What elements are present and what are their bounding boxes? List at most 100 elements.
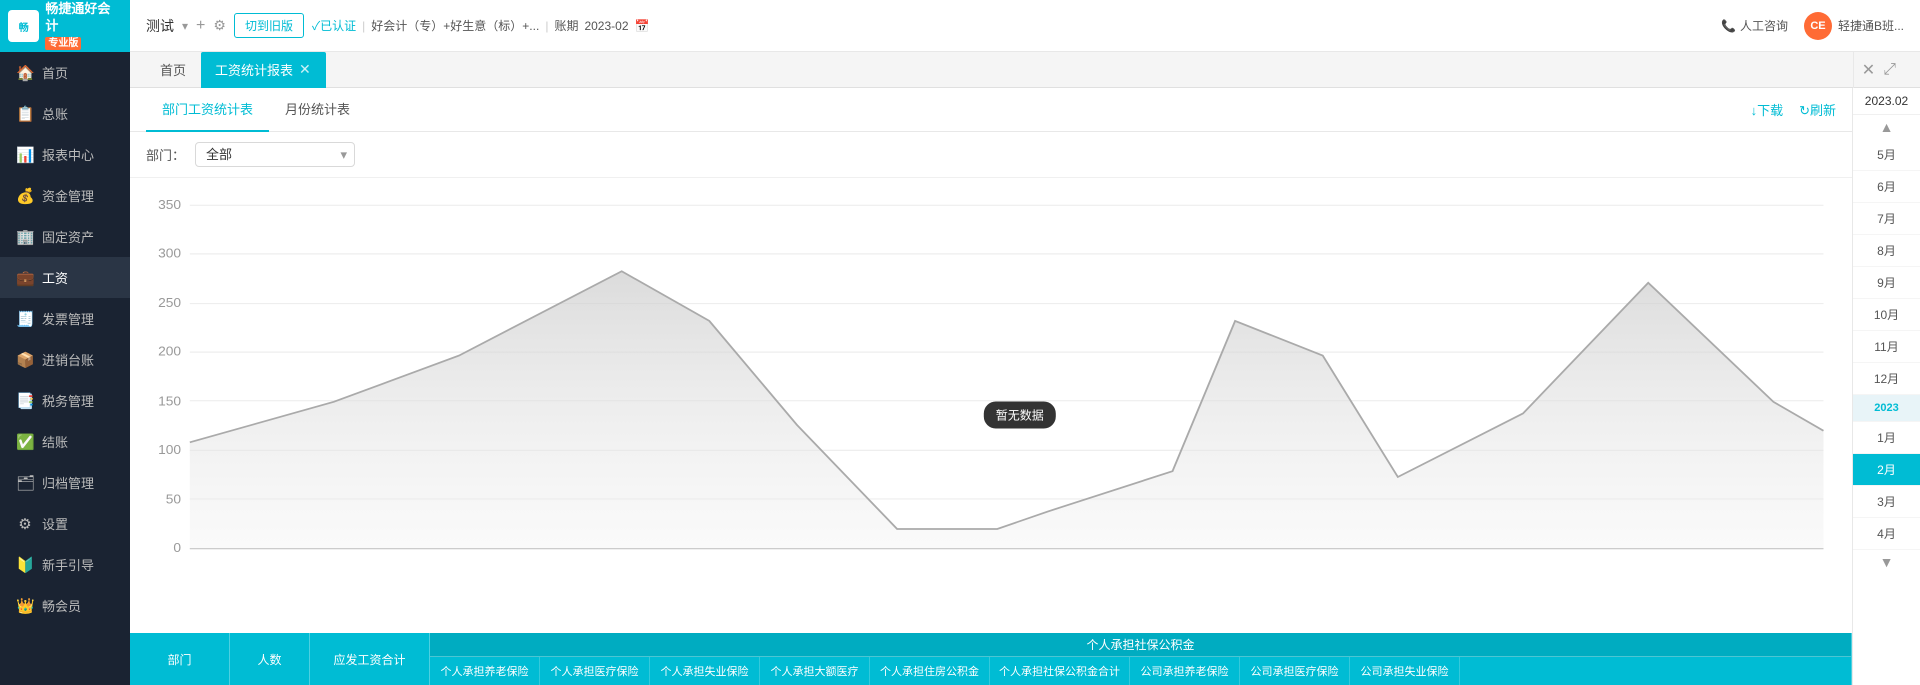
th-personal-pension: 个人承担养老保险 <box>430 657 540 685</box>
invoice-icon: 🧾 <box>16 310 34 328</box>
download-button[interactable]: ↓下载 <box>1751 100 1784 119</box>
assets-icon: 🏢 <box>16 228 34 246</box>
company-name: 测试 <box>146 16 174 36</box>
sidebar-item-member[interactable]: 👑畅会员 <box>0 585 130 626</box>
dept-select-wrap: 全部 财务部 人事部 销售部 技术部 <box>195 142 355 167</box>
sidebar-item-salary[interactable]: 💼 工资 <box>0 257 130 298</box>
window-controls: ✕ ⤢ <box>1853 52 1904 88</box>
month-10[interactable]: 10月 <box>1853 299 1920 331</box>
company-dropdown-icon[interactable]: ▾ <box>182 19 188 33</box>
sidebar-label-settings: 设置 <box>42 514 68 533</box>
add-company-icon[interactable]: + <box>196 17 205 35</box>
th-company-pension: 公司承担养老保险 <box>1130 657 1240 685</box>
month-8[interactable]: 8月 <box>1853 235 1920 267</box>
svg-text:350: 350 <box>158 197 181 211</box>
product-tags: 好会计（专）+好生意（标）+... <box>371 17 539 34</box>
user-menu[interactable]: CE 轻捷通B班... <box>1804 12 1904 40</box>
table-header: 部门 人数 应发工资合计 个人承担社保公积金 个人承担养老保险 <box>130 633 1852 685</box>
sidebar: 畅 畅捷通好会计 专业版 🏠首页📋总账📊报表中心💰资金管理🏢固定资产💼工资🧾发票… <box>0 0 130 685</box>
sidebar-label-assets: 固定资产 <box>42 227 94 246</box>
settings-icon: ⚙ <box>16 515 34 533</box>
month-2-active[interactable]: 2月 <box>1853 454 1920 486</box>
sidebar-item-invoice[interactable]: 🧾 发票管理 <box>0 298 130 339</box>
brand-name: 畅捷通好会计 <box>45 1 122 35</box>
sidebar-item-assets[interactable]: 🏢 固定资产 <box>0 216 130 257</box>
th-company-medical: 公司承担医疗保险 <box>1240 657 1350 685</box>
sidebar-item-ledger[interactable]: 📋 总账 <box>0 93 130 134</box>
sidebar-item-checkout[interactable]: ✅结账 <box>0 421 130 462</box>
sidebar-label-ledger: 总账 <box>42 104 68 123</box>
tab-close-icon[interactable]: ✕ <box>299 61 311 78</box>
sidebar-item-tax[interactable]: 📑税务管理 <box>0 380 130 421</box>
tab-bar: 首页 工资统计报表 ✕ ✕ ⤢ <box>130 52 1920 88</box>
subtab-bar: 部门工资统计表 月份统计表 ↓下载 ↻刷新 <box>130 88 1852 132</box>
avatar: CE <box>1804 12 1832 40</box>
settings-icon[interactable]: ⚙ <box>213 17 226 34</box>
period-value: 2023-02 <box>584 19 628 33</box>
main-content: 测试 ▾ + ⚙ 切到旧版 ✓已认证 | 好会计（专）+好生意（标）+... |… <box>130 0 1920 685</box>
close-window-button[interactable]: ✕ <box>1862 60 1875 80</box>
month-11[interactable]: 11月 <box>1853 331 1920 363</box>
th-personal-medical: 个人承担医疗保险 <box>540 657 650 685</box>
topbar-tags: ✓已认证 | 好会计（专）+好生意（标）+... | 账期 2023-02 📅 <box>312 17 650 34</box>
subtab-dept-salary[interactable]: 部门工资统计表 <box>146 88 269 132</box>
sidebar-item-home[interactable]: 🏠首页 <box>0 52 130 93</box>
month-5[interactable]: 5月 <box>1853 139 1920 171</box>
support-button[interactable]: 📞 人工咨询 <box>1721 17 1788 34</box>
calendar-icon[interactable]: 📅 <box>635 19 650 33</box>
guide-icon: 🔰 <box>16 556 34 574</box>
sidebar-label-salary: 工资 <box>42 268 68 287</box>
sidebar-label-sales: 进销台账 <box>42 350 94 369</box>
certified-tag: ✓已认证 <box>312 17 356 34</box>
th-personal-total: 个人承担社保公积金合计 <box>990 657 1130 685</box>
expand-window-button[interactable]: ⤢ <box>1883 61 1896 79</box>
refresh-button[interactable]: ↻刷新 <box>1799 100 1836 119</box>
logo-text: 畅捷通好会计 专业版 <box>45 1 122 50</box>
month-9[interactable]: 9月 <box>1853 267 1920 299</box>
user-name: 轻捷通B班... <box>1838 17 1904 34</box>
sidebar-item-funds[interactable]: 💰 资金管理 <box>0 175 130 216</box>
tab-salary-report[interactable]: 工资统计报表 ✕ <box>201 52 326 88</box>
funds-icon: 💰 <box>16 187 34 205</box>
date-next-button[interactable]: ▼ <box>1853 550 1920 574</box>
sidebar-item-settings[interactable]: ⚙ 设置 <box>0 503 130 544</box>
date-picker-panel: 2023.02 ▲ 5月 6月 7月 8月 9月 10月 11月 12月 202… <box>1852 88 1920 685</box>
month-6[interactable]: 6月 <box>1853 171 1920 203</box>
th-company-unemployment: 公司承担失业保险 <box>1350 657 1460 685</box>
sidebar-item-reports[interactable]: 📊 报表中心 <box>0 134 130 175</box>
sidebar-item-sales[interactable]: 📦进销台账 <box>0 339 130 380</box>
ledger-icon: 📋 <box>16 105 34 123</box>
sidebar-label-invoice: 发票管理 <box>42 309 94 328</box>
month-3[interactable]: 3月 <box>1853 486 1920 518</box>
th-group-personal-cols: 个人承担养老保险 个人承担医疗保险 个人承担失业保险 个人承担大额医疗 个人承担 <box>430 657 1851 685</box>
month-7[interactable]: 7月 <box>1853 203 1920 235</box>
sidebar-label-checkout: 结账 <box>42 432 68 451</box>
sidebar-label-funds: 资金管理 <box>42 186 94 205</box>
reports-icon: 📊 <box>16 146 34 164</box>
th-personal-major-medical: 个人承担大额医疗 <box>760 657 870 685</box>
sidebar-label-tax: 税务管理 <box>42 391 94 410</box>
tab-home[interactable]: 首页 <box>146 52 201 88</box>
filter-bar: 部门： 全部 财务部 人事部 销售部 技术部 <box>130 132 1852 178</box>
sidebar-item-archive[interactable]: 🗂归档管理 <box>0 462 130 503</box>
subtab-monthly-salary[interactable]: 月份统计表 <box>269 88 366 132</box>
svg-text:200: 200 <box>158 344 181 358</box>
switch-old-button[interactable]: 切到旧版 <box>234 13 304 38</box>
svg-text:100: 100 <box>158 442 181 456</box>
th-people: 人数 <box>230 633 310 685</box>
date-prev-button[interactable]: ▲ <box>1853 115 1920 139</box>
date-display: 2023.02 <box>1853 88 1920 115</box>
dept-select[interactable]: 全部 财务部 人事部 销售部 技术部 <box>195 142 355 167</box>
month-12[interactable]: 12月 <box>1853 363 1920 395</box>
support-icon: 📞 <box>1721 19 1736 33</box>
sidebar-label-reports: 报表中心 <box>42 145 94 164</box>
salary-chart: 350 300 250 200 150 100 50 0 <box>146 188 1836 581</box>
salary-icon: 💼 <box>16 269 34 287</box>
month-1[interactable]: 1月 <box>1853 422 1920 454</box>
dept-label: 部门： <box>146 145 185 164</box>
content-area: 部门工资统计表 月份统计表 ↓下载 ↻刷新 部门： <box>130 88 1920 685</box>
month-4[interactable]: 4月 <box>1853 518 1920 550</box>
svg-text:150: 150 <box>158 394 181 408</box>
subtab-left: 部门工资统计表 月份统计表 <box>146 88 366 132</box>
sidebar-item-guide[interactable]: 🔰新手引导 <box>0 544 130 585</box>
